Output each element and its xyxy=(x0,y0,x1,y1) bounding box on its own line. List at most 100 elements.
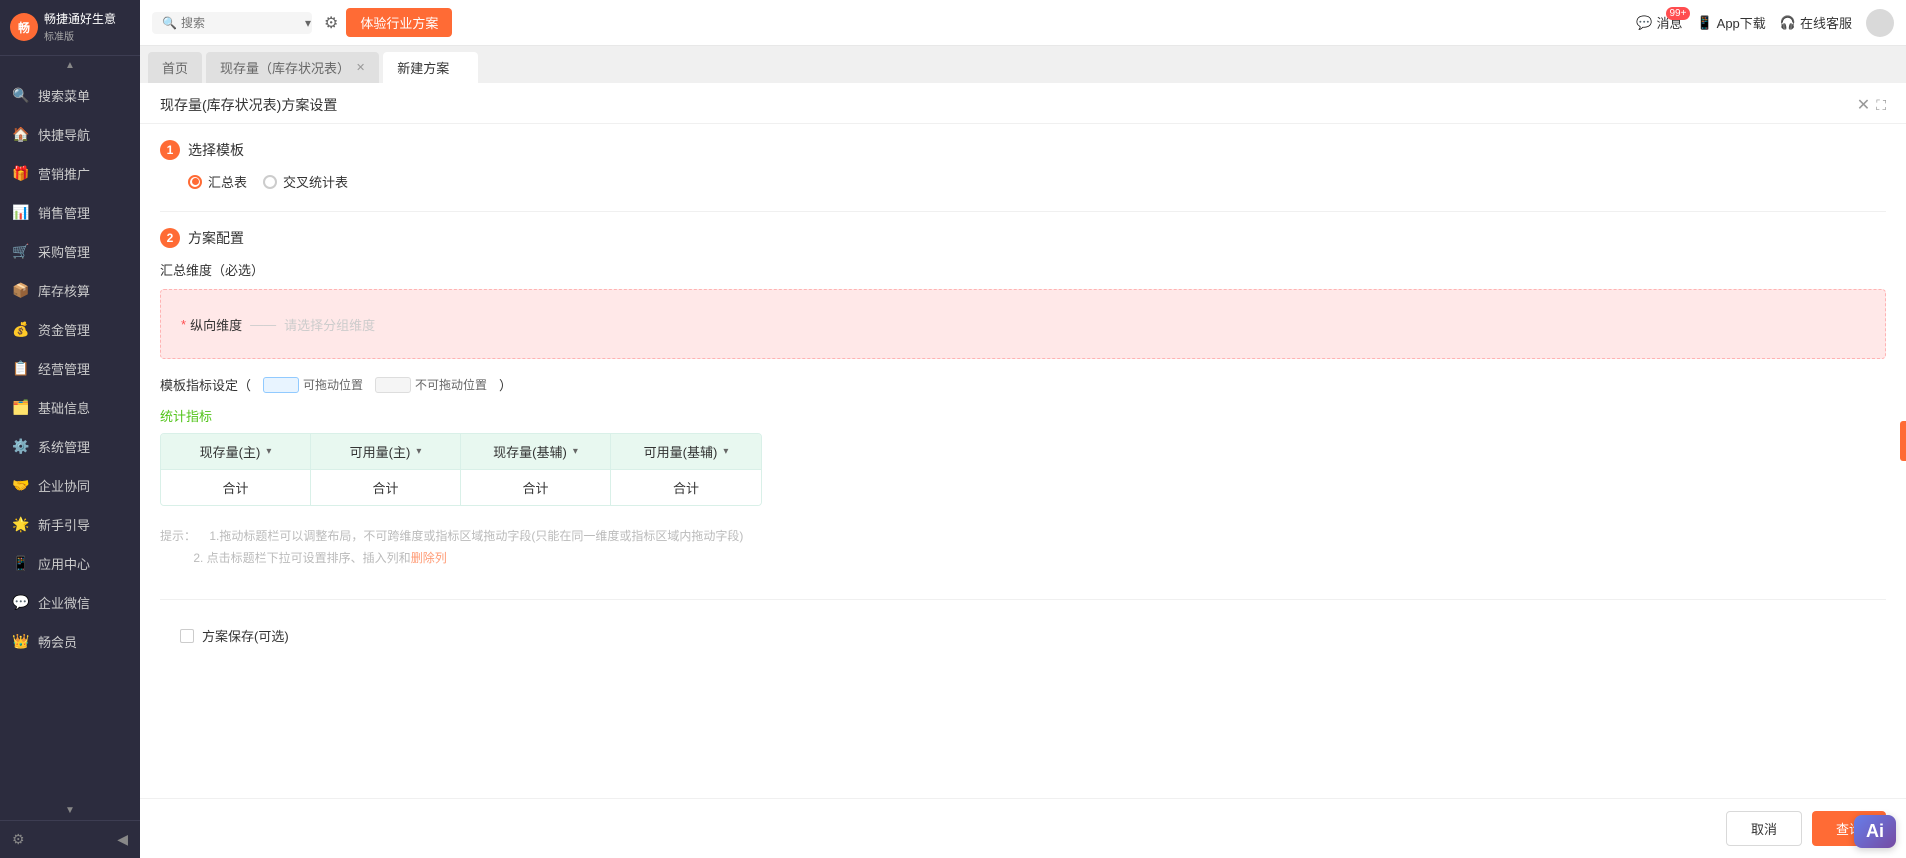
radio-cross-circle xyxy=(263,175,277,189)
radio-summary-circle xyxy=(188,175,202,189)
header-current-main[interactable]: 现存量(主) ▾ xyxy=(161,434,311,469)
topbar-messages[interactable]: 💬 消息 99+ xyxy=(1636,13,1682,32)
settings-icon: ⚙️ xyxy=(12,437,30,455)
save-checkbox[interactable] xyxy=(180,629,194,643)
topbar-app-download[interactable]: 📱 App下载 xyxy=(1696,13,1765,32)
sidebar-item-marketing[interactable]: 🎁 营销推广 xyxy=(0,154,140,193)
content-expand-btn[interactable]: ⛶ xyxy=(1876,95,1886,115)
section-1-label: 选择模板 xyxy=(188,140,244,160)
gift-icon: 🎁 xyxy=(12,164,30,182)
handshake-icon: 🤝 xyxy=(12,476,30,494)
sidebar-item-quick-nav[interactable]: 🏠 快捷导航 xyxy=(0,115,140,154)
tab-inventory-label: 现存量（库存状况表） xyxy=(220,58,350,77)
folder-icon: 🗂️ xyxy=(12,398,30,416)
tab-home[interactable]: 首页 xyxy=(148,52,202,83)
sidebar-item-guide[interactable]: 🌟 新手引导 xyxy=(0,505,140,544)
divider-2 xyxy=(160,599,1886,600)
header-current-aux-chevron[interactable]: ▾ xyxy=(573,446,578,457)
sidebar-item-operations[interactable]: 📋 经营管理 xyxy=(0,349,140,388)
sidebar-item-contract[interactable]: 🤝 企业协同 xyxy=(0,466,140,505)
ai-badge[interactable]: Ai xyxy=(1854,815,1896,848)
box-icon: 📦 xyxy=(12,281,30,299)
radio-summary[interactable]: 汇总表 xyxy=(188,172,247,191)
sidebar-item-label: 系统管理 xyxy=(38,437,90,456)
cart-icon: 🛒 xyxy=(12,242,30,260)
sidebar-item-search[interactable]: 🔍 搜索菜单 xyxy=(0,76,140,115)
content-header: 现存量(库存状况表)方案设置 ✕ ⛶ xyxy=(140,83,1906,124)
settings-footer-icon[interactable]: ⚙ xyxy=(12,831,25,848)
header-current-aux[interactable]: 现存量(基辅) ▾ xyxy=(461,434,611,469)
tab-inventory-close[interactable]: ✕ xyxy=(356,61,365,74)
tab-new-scheme-close[interactable]: ✕ xyxy=(455,61,464,74)
right-handle[interactable] xyxy=(1900,421,1906,461)
collapse-icon[interactable]: ◀ xyxy=(117,831,128,848)
main-area: 🔍 ▾ ⚙ 体验行业方案 💬 消息 99+ 📱 App下载 🎧 在线客服 xyxy=(140,0,1906,858)
template-options: 汇总表 交叉统计表 xyxy=(188,172,1886,191)
headset-icon: 🎧 xyxy=(1780,15,1796,31)
user-avatar[interactable] xyxy=(1866,9,1894,37)
header-available-aux-chevron[interactable]: ▾ xyxy=(723,446,728,457)
content-actions: ✕ ⛶ xyxy=(1857,95,1886,115)
draggable-box xyxy=(263,377,299,393)
cancel-button[interactable]: 取消 xyxy=(1726,811,1802,846)
search-input[interactable] xyxy=(181,16,301,30)
stats-data-row: 合计 合计 合计 合计 xyxy=(161,469,761,505)
dimension-dash: —— xyxy=(250,317,276,332)
dimension-box[interactable]: * 纵向维度 —— 请选择分组维度 xyxy=(160,289,1886,359)
search-box[interactable]: 🔍 ▾ xyxy=(152,12,312,34)
draggable-badge: 可拖动位置 xyxy=(263,376,363,393)
stats-title: 统计指标 xyxy=(160,406,1886,425)
sidebar-item-wechat[interactable]: 💬 企业微信 xyxy=(0,583,140,622)
sidebar-item-label: 企业协同 xyxy=(38,476,90,495)
tab-new-scheme-label: 新建方案 xyxy=(397,58,449,77)
tab-inventory-status[interactable]: 现存量（库存状况表） ✕ xyxy=(206,52,379,83)
sidebar: 畅 畅捷通好生意 标准版 ▲ 🔍 搜索菜单 🏠 快捷导航 🎁 营销推广 📊 销售… xyxy=(0,0,140,858)
radio-cross-label: 交叉统计表 xyxy=(283,172,348,191)
sidebar-item-label: 库存核算 xyxy=(38,281,90,300)
tabs-bar: 首页 现存量（库存状况表） ✕ 新建方案 ✕ xyxy=(140,46,1906,83)
non-draggable-badge: 不可拖动位置 xyxy=(375,376,487,393)
sidebar-item-basic[interactable]: 🗂️ 基础信息 xyxy=(0,388,140,427)
topbar-gear-icon[interactable]: ⚙ xyxy=(324,13,338,33)
sidebar-logo: 畅 畅捷通好生意 标准版 xyxy=(0,0,140,56)
sidebar-item-label: 新手引导 xyxy=(38,515,90,534)
message-icon: 💬 xyxy=(1636,15,1652,31)
stats-section: 统计指标 现存量(主) ▾ 可用量(主) ▾ xyxy=(160,406,1886,506)
indicator-settings: 模板指标设定（ 可拖动位置 不可拖动位置 ） xyxy=(160,375,1886,394)
sidebar-item-finance[interactable]: 💰 资金管理 xyxy=(0,310,140,349)
header-available-main-chevron[interactable]: ▾ xyxy=(416,446,421,457)
footer-actions: 取消 查询 xyxy=(140,798,1906,858)
radio-cross[interactable]: 交叉统计表 xyxy=(263,172,348,191)
search-icon: 🔍 xyxy=(12,86,30,104)
sidebar-item-apps[interactable]: 📱 应用中心 xyxy=(0,544,140,583)
stats-table: 现存量(主) ▾ 可用量(主) ▾ 现存量(基辅) ▾ xyxy=(160,433,762,506)
tips-section: 提示： 1.拖动标题栏可以调整布局，不可跨维度或指标区域拖动字段(只能在同一维度… xyxy=(160,516,1886,579)
data-available-main: 合计 xyxy=(311,469,461,505)
message-badge: 99+ xyxy=(1666,7,1691,20)
save-option: 方案保存(可选) xyxy=(160,616,1886,655)
crown-icon: 👑 xyxy=(12,632,30,650)
sidebar-item-label: 快捷导航 xyxy=(38,125,90,144)
sidebar-item-sales[interactable]: 📊 销售管理 xyxy=(0,193,140,232)
header-available-main[interactable]: 可用量(主) ▾ xyxy=(311,434,461,469)
sidebar-item-purchase[interactable]: 🛒 采购管理 xyxy=(0,232,140,271)
content-close-btn[interactable]: ✕ xyxy=(1857,95,1870,115)
search-dropdown-btn[interactable]: ▾ xyxy=(305,16,311,30)
required-mark: * xyxy=(181,317,186,332)
sidebar-item-system[interactable]: ⚙️ 系统管理 xyxy=(0,427,140,466)
topbar-service[interactable]: 🎧 在线客服 xyxy=(1780,13,1852,32)
sidebar-item-member[interactable]: 👑 畅会员 xyxy=(0,622,140,661)
tab-home-label: 首页 xyxy=(162,58,188,77)
phone-icon: 📱 xyxy=(1696,15,1712,31)
data-current-aux: 合计 xyxy=(461,469,611,505)
radio-summary-label: 汇总表 xyxy=(208,172,247,191)
sidebar-item-inventory[interactable]: 📦 库存核算 xyxy=(0,271,140,310)
header-current-main-chevron[interactable]: ▾ xyxy=(266,446,271,457)
sidebar-scroll-up[interactable]: ▲ xyxy=(0,56,140,76)
industry-btn[interactable]: 体验行业方案 xyxy=(346,8,452,37)
section-2-label: 方案配置 xyxy=(188,228,244,248)
header-available-aux[interactable]: 可用量(基辅) ▾ xyxy=(611,434,761,469)
sidebar-item-label: 畅会员 xyxy=(38,632,77,651)
sidebar-scroll-down[interactable]: ▼ xyxy=(0,800,140,820)
tab-new-scheme[interactable]: 新建方案 ✕ xyxy=(383,52,478,83)
